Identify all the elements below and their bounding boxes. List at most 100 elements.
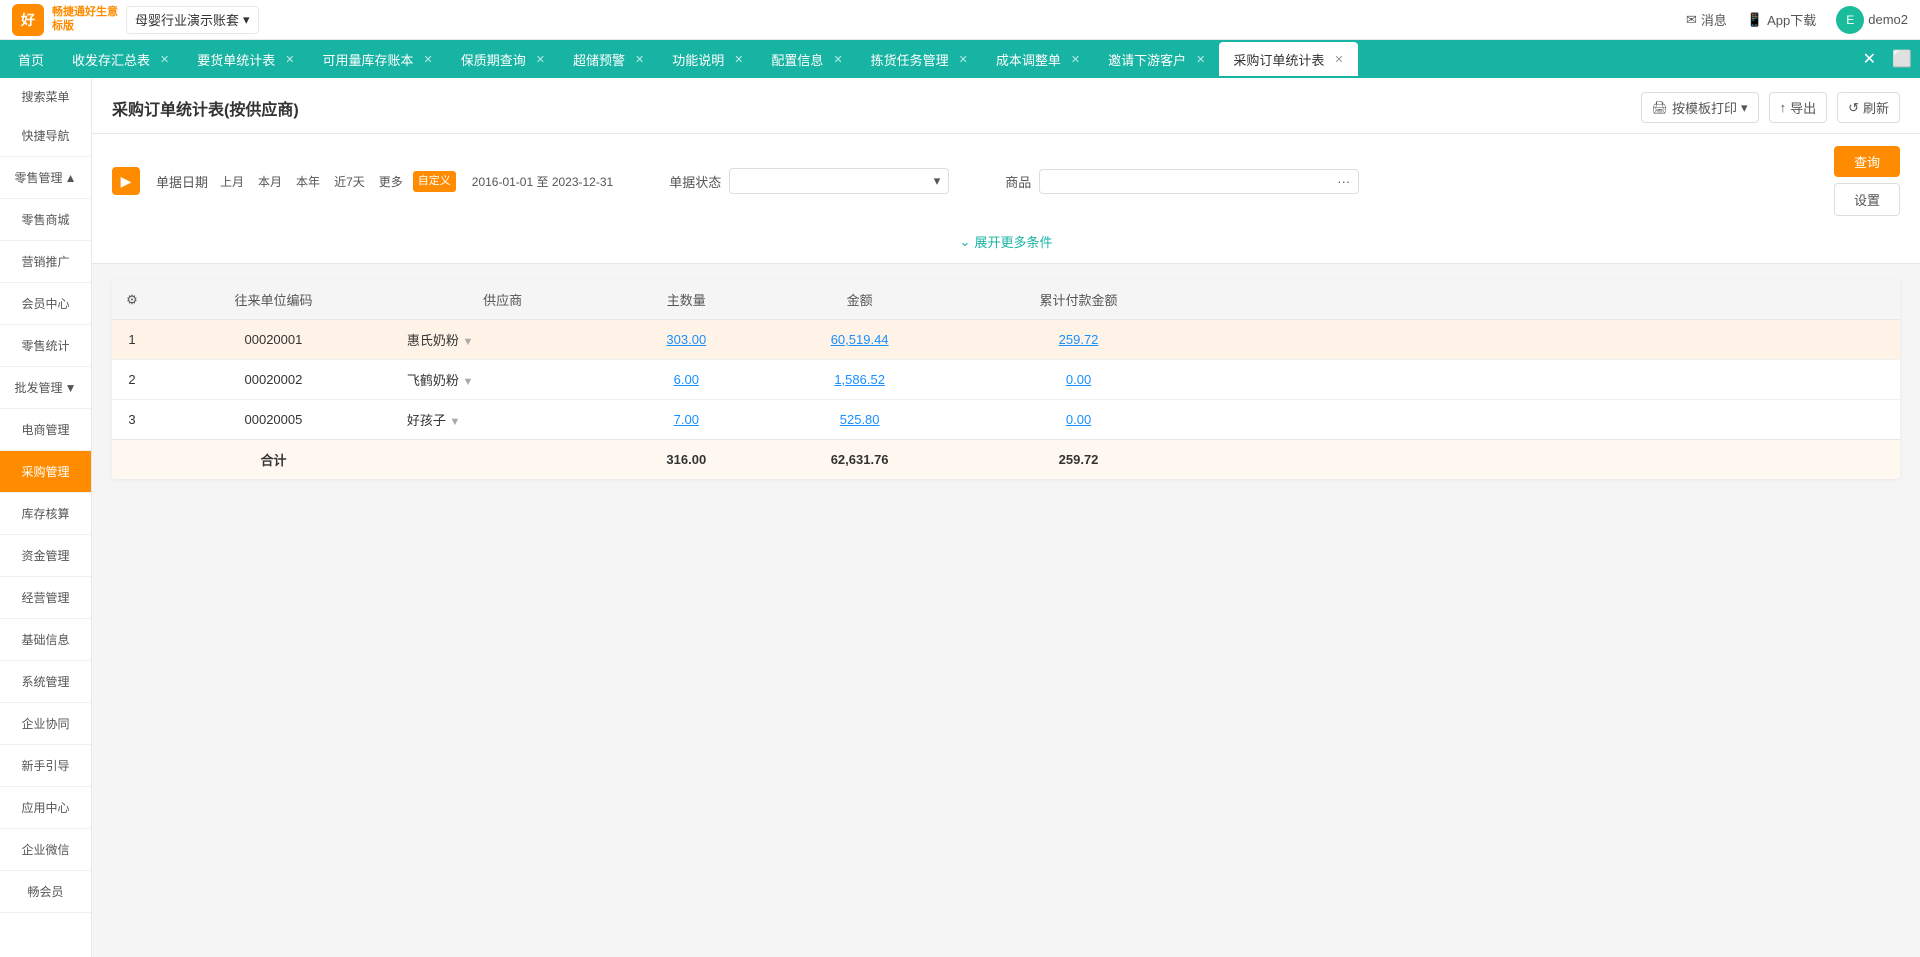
sidebar-item-marketing[interactable]: 营销推广 <box>0 241 91 283</box>
row-supplier: 飞鹤奶粉 ▼ <box>395 360 611 400</box>
close-all-tabs-icon[interactable]: ✕ <box>1859 45 1880 73</box>
message-button[interactable]: ✉ 消息 <box>1686 10 1727 29</box>
tab-invite-downstream[interactable]: 邀请下游客户 ✕ <box>1094 42 1219 76</box>
shortcut-this-year[interactable]: 本年 <box>292 171 324 192</box>
close-tab-task-mgmt[interactable]: ✕ <box>959 53 968 66</box>
th-supplier: 供应商 <box>395 280 611 320</box>
row-num: 1 <box>112 320 152 360</box>
filter-area: ▶ 单据日期 上月 本月 本年 近7天 更多 自定义 2016-01-01 至 … <box>92 134 1920 264</box>
tab-available-stock[interactable]: 可用量库存账本 ✕ <box>308 42 446 76</box>
sidebar-item-search[interactable]: 搜索菜单 <box>0 78 91 115</box>
shortcut-7days[interactable]: 近7天 <box>330 171 369 192</box>
page-actions: 🖨 按模板打印 ▾ ↑ 导出 ↺ 刷新 <box>1641 92 1901 123</box>
row-paid[interactable]: 0.00 <box>957 400 1200 440</box>
tab-function-desc[interactable]: 功能说明 ✕ <box>658 42 757 76</box>
close-tab-overstock-warning[interactable]: ✕ <box>635 53 644 66</box>
ellipsis-icon[interactable]: ··· <box>1337 174 1350 189</box>
export-icon: ↑ <box>1780 100 1787 115</box>
shortcut-last-month[interactable]: 上月 <box>216 171 248 192</box>
footer-paid: 259.72 <box>957 440 1200 480</box>
user-menu[interactable]: E demo2 <box>1836 6 1908 34</box>
tab-task-mgmt[interactable]: 拣货任务管理 ✕ <box>857 42 982 76</box>
sidebar-item-basic-info[interactable]: 基础信息 <box>0 619 91 661</box>
sidebar-item-ecommerce-mgmt[interactable]: 电商管理 <box>0 409 91 451</box>
main-layout: 搜索菜单 快捷导航 零售管理 ▲ 零售商城 营销推广 会员中心 零售统计 批发管… <box>0 78 1920 957</box>
workspace-selector[interactable]: 母婴行业演示账套 ▾ <box>126 6 259 34</box>
row-paid[interactable]: 0.00 <box>957 360 1200 400</box>
tab-shelf-life[interactable]: 保质期查询 ✕ <box>447 42 559 76</box>
query-button[interactable]: 查询 <box>1834 146 1900 177</box>
page-title: 采购订单统计表(按供应商) <box>112 96 299 120</box>
close-tab-shelf-life[interactable]: ✕ <box>536 53 545 66</box>
sidebar-item-ops-mgmt[interactable]: 经营管理 <box>0 577 91 619</box>
chevron-down-icon: ▾ <box>243 12 250 28</box>
goods-filter-input[interactable]: ··· <box>1039 169 1359 194</box>
sidebar-item-retail-stats[interactable]: 零售统计 <box>0 325 91 367</box>
row-quantity[interactable]: 6.00 <box>610 360 762 400</box>
tab-receive-summary[interactable]: 收发存汇总表 ✕ <box>58 42 183 76</box>
tab-purchase-summary[interactable]: 采购订单统计表 ✕ <box>1219 42 1357 76</box>
row-amount[interactable]: 1,586.52 <box>762 360 957 400</box>
app-download-button[interactable]: 📱 App下载 <box>1747 10 1816 29</box>
expand-more-button[interactable]: ⌄ 展开更多条件 <box>960 224 1053 251</box>
close-tab-function-desc[interactable]: ✕ <box>734 53 743 66</box>
tab-cost-adjust[interactable]: 成本调整单 ✕ <box>982 42 1094 76</box>
close-tab-order-summary[interactable]: ✕ <box>285 53 294 66</box>
filter-collapse-button[interactable]: ▶ <box>112 167 140 195</box>
table-row: 1 00020001 惠氏奶粉 ▼ 303.00 60,519.44 259.7… <box>112 320 1900 360</box>
sidebar-item-retail-shop[interactable]: 零售商城 <box>0 199 91 241</box>
row-num: 2 <box>112 360 152 400</box>
sidebar-item-purchase-mgmt[interactable]: 采购管理 <box>0 451 91 493</box>
close-tab-available-stock[interactable]: ✕ <box>424 53 433 66</box>
row-amount[interactable]: 525.80 <box>762 400 957 440</box>
table-body: 1 00020001 惠氏奶粉 ▼ 303.00 60,519.44 259.7… <box>112 320 1900 440</box>
row-quantity[interactable]: 303.00 <box>610 320 762 360</box>
tab-order-summary[interactable]: 要货单统计表 ✕ <box>183 42 308 76</box>
export-button[interactable]: ↑ 导出 <box>1769 92 1828 123</box>
filter-row-1: ▶ 单据日期 上月 本月 本年 近7天 更多 自定义 2016-01-01 至 … <box>112 146 1900 216</box>
row-paid[interactable]: 259.72 <box>957 320 1200 360</box>
close-tab-config-info[interactable]: ✕ <box>833 53 842 66</box>
logo-text: 畅捷通好生意 标版 <box>52 6 118 32</box>
table-row: 3 00020005 好孩子 ▼ 7.00 525.80 0.00 <box>112 400 1900 440</box>
sidebar-item-enterprise-wechat[interactable]: 企业微信 <box>0 829 91 871</box>
th-unit-code: 往来单位编码 <box>152 280 395 320</box>
tab-home[interactable]: 首页 <box>4 42 58 76</box>
close-tab-purchase-summary[interactable]: ✕ <box>1334 53 1343 66</box>
sidebar-item-retail-mgmt[interactable]: 零售管理 ▲ <box>0 157 91 199</box>
sidebar-item-new-guide[interactable]: 新手引导 <box>0 745 91 787</box>
maximize-icon[interactable]: ⬜ <box>1888 45 1916 73</box>
row-num: 3 <box>112 400 152 440</box>
shortcut-this-month[interactable]: 本月 <box>254 171 286 192</box>
template-print-button[interactable]: 🖨 按模板打印 ▾ <box>1641 92 1759 123</box>
close-tab-invite-downstream[interactable]: ✕ <box>1196 53 1205 66</box>
refresh-icon: ↺ <box>1848 100 1859 116</box>
row-amount[interactable]: 60,519.44 <box>762 320 957 360</box>
sidebar: 搜索菜单 快捷导航 零售管理 ▲ 零售商城 营销推广 会员中心 零售统计 批发管… <box>0 78 92 957</box>
sidebar-item-app-center[interactable]: 应用中心 <box>0 787 91 829</box>
close-tab-cost-adjust[interactable]: ✕ <box>1071 53 1080 66</box>
sidebar-item-fund-mgmt[interactable]: 资金管理 <box>0 535 91 577</box>
sidebar-item-inventory-check[interactable]: 库存核算 <box>0 493 91 535</box>
sidebar-item-member-center[interactable]: 会员中心 <box>0 283 91 325</box>
date-shortcuts: 上月 本月 本年 近7天 更多 自定义 <box>216 171 456 192</box>
tab-overstock-warning[interactable]: 超储预警 ✕ <box>559 42 658 76</box>
status-filter-select[interactable]: ▾ <box>729 168 949 194</box>
sidebar-item-enterprise-collab[interactable]: 企业协同 <box>0 703 91 745</box>
sidebar-item-system-mgmt[interactable]: 系统管理 <box>0 661 91 703</box>
row-quantity[interactable]: 7.00 <box>610 400 762 440</box>
settings-button[interactable]: 设置 <box>1834 183 1900 216</box>
app-icon: 📱 <box>1747 12 1763 28</box>
refresh-button[interactable]: ↺ 刷新 <box>1837 92 1900 123</box>
sidebar-item-wholesale-mgmt[interactable]: 批发管理 ▼ <box>0 367 91 409</box>
th-extra <box>1200 280 1900 320</box>
printer-icon: 🖨 <box>1652 100 1669 116</box>
th-settings[interactable]: ⚙ <box>112 280 152 320</box>
sidebar-item-member-service[interactable]: 畅会员 <box>0 871 91 913</box>
logo-icon: 好 <box>12 4 44 36</box>
tab-config-info[interactable]: 配置信息 ✕ <box>757 42 856 76</box>
close-tab-receive-summary[interactable]: ✕ <box>160 53 169 66</box>
shortcut-more[interactable]: 更多 <box>375 171 407 192</box>
sidebar-item-quick-nav[interactable]: 快捷导航 <box>0 115 91 157</box>
custom-date-tag[interactable]: 自定义 <box>413 171 456 192</box>
